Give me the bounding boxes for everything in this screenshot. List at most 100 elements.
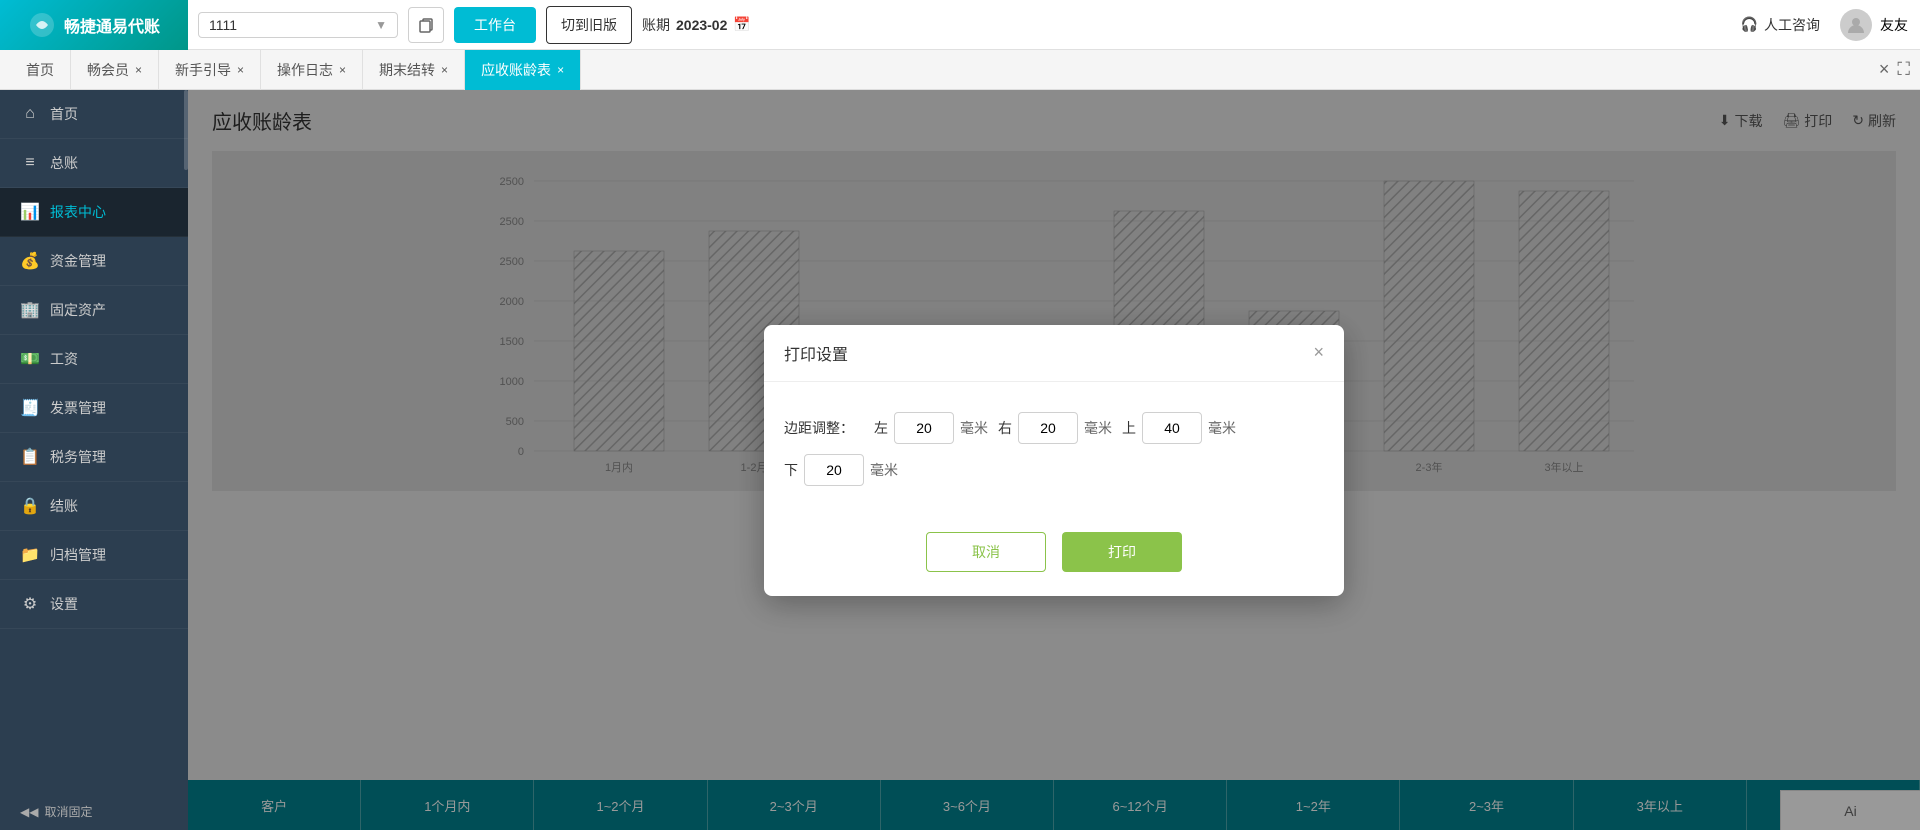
sidebar-item-funds[interactable]: 💰 资金管理 — [0, 237, 188, 286]
print-settings-modal: 打印设置 × 边距调整： 左 毫米 右 毫米 — [764, 325, 1344, 596]
tab-home-label: 首页 — [26, 60, 54, 80]
fixed-assets-icon: 🏢 — [20, 300, 40, 320]
tab-receivable-aging-close[interactable]: × — [557, 63, 564, 77]
tab-guide[interactable]: 新手引导 × — [159, 50, 261, 90]
chevron-down-icon: ▼ — [375, 18, 387, 32]
sidebar-archive-label: 归档管理 — [50, 545, 106, 565]
sidebar-footer[interactable]: ◀◀ 取消固定 — [0, 793, 188, 830]
sidebar-reports-label: 报表中心 — [50, 202, 106, 222]
workbench-button[interactable]: 工作台 — [454, 7, 536, 43]
right-direction-label: 右 — [998, 418, 1012, 438]
sidebar-item-settings[interactable]: ⚙ 设置 — [0, 580, 188, 629]
logo-icon — [28, 11, 56, 39]
left-margin-input[interactable] — [894, 412, 954, 444]
modal-overlay: 打印设置 × 边距调整： 左 毫米 右 毫米 — [188, 90, 1920, 830]
consulting-button[interactable]: 🎧 人工咨询 — [1741, 15, 1820, 35]
switch-version-button[interactable]: 切到旧版 — [546, 6, 632, 44]
sidebar-item-home[interactable]: ⌂ 首页 — [0, 90, 188, 139]
close-window-button[interactable]: × — [1879, 59, 1890, 80]
user-label: 友友 — [1880, 15, 1908, 35]
sidebar-item-fixed-assets[interactable]: 🏢 固定资产 — [0, 286, 188, 335]
copy-icon — [418, 17, 434, 33]
tab-guide-label: 新手引导 — [175, 60, 231, 80]
sidebar-item-close[interactable]: 🔒 结账 — [0, 482, 188, 531]
avatar — [1840, 9, 1872, 41]
tab-receivable-aging[interactable]: 应收账龄表 × — [465, 50, 581, 90]
tab-receivable-aging-label: 应收账龄表 — [481, 60, 551, 80]
tax-icon: 📋 — [20, 447, 40, 467]
period-label: 账期 — [642, 15, 670, 35]
tab-log[interactable]: 操作日志 × — [261, 50, 363, 90]
modal-footer: 取消 打印 — [764, 516, 1344, 596]
headset-icon: 🎧 — [1741, 16, 1758, 33]
header-right: 🎧 人工咨询 友友 — [1741, 9, 1908, 41]
sidebar-item-archive[interactable]: 📁 归档管理 — [0, 531, 188, 580]
sidebar-ledger-label: 总账 — [50, 153, 78, 173]
sidebar: ⌂ 首页 ≡ 总账 📊 报表中心 💰 资金管理 🏢 固定资产 💵 工资 🧾 发票… — [0, 90, 188, 830]
tab-log-label: 操作日志 — [277, 60, 333, 80]
reports-icon: 📊 — [20, 202, 40, 222]
right-margin-group: 右 毫米 — [998, 412, 1112, 444]
tab-member[interactable]: 畅会员 × — [71, 50, 159, 90]
modal-header: 打印设置 × — [764, 325, 1344, 382]
sidebar-home-label: 首页 — [50, 104, 78, 124]
consulting-label: 人工咨询 — [1764, 15, 1820, 35]
top-header: 畅捷通易代账 1111 ▼ 工作台 切到旧版 账期 2023-02 📅 🎧 人工… — [0, 0, 1920, 50]
sidebar-item-invoice[interactable]: 🧾 发票管理 — [0, 384, 188, 433]
sidebar-item-ledger[interactable]: ≡ 总账 — [0, 139, 188, 188]
pin-icon: ◀◀ — [20, 805, 38, 819]
period-value: 2023-02 — [676, 17, 727, 33]
tab-member-close[interactable]: × — [135, 63, 142, 77]
right-unit: 毫米 — [1084, 418, 1112, 438]
margin-label: 边距调整： — [784, 418, 854, 438]
confirm-print-button[interactable]: 打印 — [1062, 532, 1182, 572]
company-name: 1111 — [209, 17, 369, 33]
modal-close-button[interactable]: × — [1313, 342, 1324, 363]
sidebar-fixed-assets-label: 固定资产 — [50, 300, 106, 320]
tab-period-end[interactable]: 期末结转 × — [363, 50, 465, 90]
logo-text: 畅捷通易代账 — [64, 13, 160, 37]
modal-body: 边距调整： 左 毫米 右 毫米 上 — [764, 382, 1344, 516]
left-unit: 毫米 — [960, 418, 988, 438]
cancel-button[interactable]: 取消 — [926, 532, 1046, 572]
home-icon: ⌂ — [20, 105, 40, 123]
logo-area: 畅捷通易代账 — [0, 0, 188, 50]
tab-log-close[interactable]: × — [339, 63, 346, 77]
bottom-direction-label: 下 — [784, 460, 798, 480]
top-margin-group: 上 毫米 — [1122, 412, 1236, 444]
sidebar-item-tax[interactable]: 📋 税务管理 — [0, 433, 188, 482]
tab-period-end-close[interactable]: × — [441, 63, 448, 77]
sidebar-tax-label: 税务管理 — [50, 447, 106, 467]
bottom-unit: 毫米 — [870, 460, 898, 480]
content-area: 应收账龄表 ⬇ 下载 🖨 打印 ↻ 刷新 — [188, 90, 1920, 830]
sidebar-item-salary[interactable]: 💵 工资 — [0, 335, 188, 384]
sidebar-invoice-label: 发票管理 — [50, 398, 106, 418]
tab-period-end-label: 期末结转 — [379, 60, 435, 80]
user-area[interactable]: 友友 — [1840, 9, 1908, 41]
user-icon — [1846, 15, 1866, 35]
top-direction-label: 上 — [1122, 418, 1136, 438]
maximize-window-button[interactable]: ⛶ — [1897, 59, 1910, 80]
ledger-icon: ≡ — [20, 154, 40, 172]
tab-home[interactable]: 首页 — [10, 50, 71, 90]
sidebar-item-reports[interactable]: 📊 报表中心 — [0, 188, 188, 237]
top-margin-input[interactable] — [1142, 412, 1202, 444]
close-account-icon: 🔒 — [20, 496, 40, 516]
right-margin-input[interactable] — [1018, 412, 1078, 444]
archive-icon: 📁 — [20, 545, 40, 565]
copy-button[interactable] — [408, 7, 444, 43]
sidebar-salary-label: 工资 — [50, 349, 78, 369]
tab-member-label: 畅会员 — [87, 60, 129, 80]
bottom-margin-input[interactable] — [804, 454, 864, 486]
modal-title: 打印设置 — [784, 341, 848, 365]
calendar-icon[interactable]: 📅 — [733, 16, 750, 33]
tab-actions: × ⛶ — [1879, 59, 1910, 80]
sidebar-footer-label: 取消固定 — [44, 803, 92, 820]
sidebar-funds-label: 资金管理 — [50, 251, 106, 271]
tab-bar: 首页 畅会员 × 新手引导 × 操作日志 × 期末结转 × 应收账龄表 × × … — [0, 50, 1920, 90]
sidebar-close-label: 结账 — [50, 496, 78, 516]
tab-guide-close[interactable]: × — [237, 63, 244, 77]
company-selector[interactable]: 1111 ▼ — [198, 12, 398, 38]
settings-icon: ⚙ — [20, 594, 40, 614]
funds-icon: 💰 — [20, 251, 40, 271]
